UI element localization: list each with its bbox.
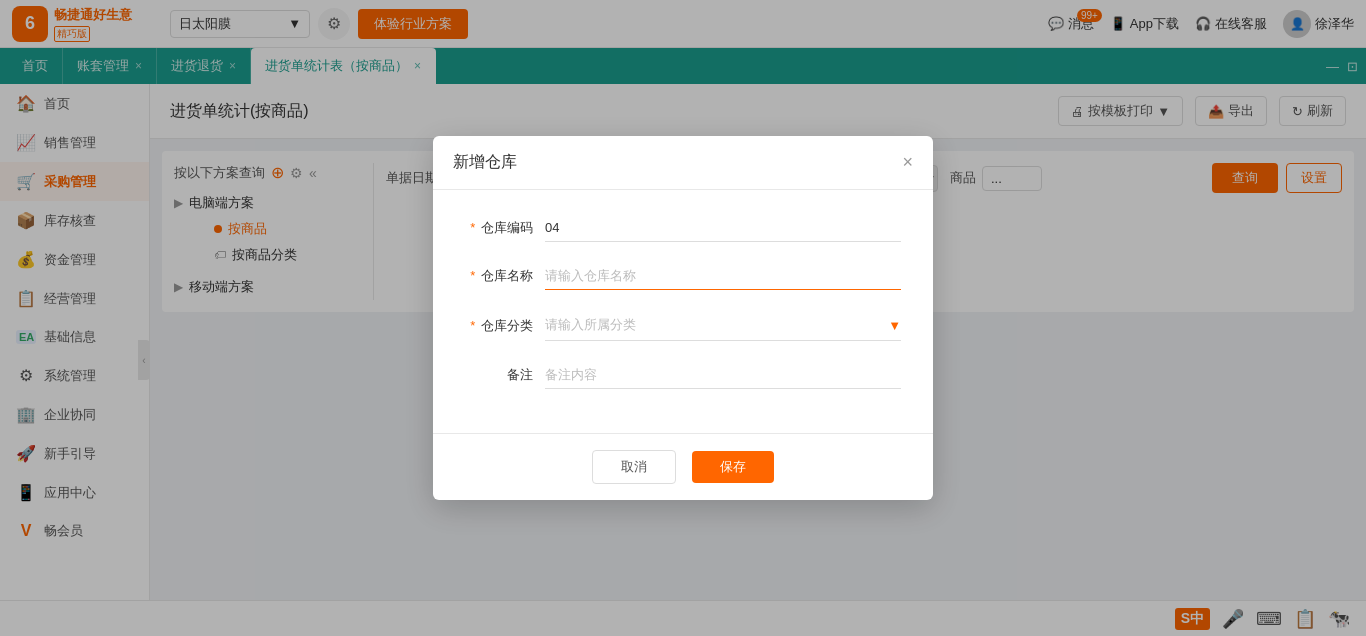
modal-header: 新增仓库 ×	[433, 136, 933, 190]
form-row-code: * 仓库编码	[465, 214, 901, 242]
form-row-name: * 仓库名称	[465, 262, 901, 290]
modal-close-button[interactable]: ×	[902, 152, 913, 173]
code-label: * 仓库编码	[465, 219, 545, 237]
category-chevron-icon: ▼	[888, 318, 901, 333]
modal-overlay: 新增仓库 × * 仓库编码 * 仓库名称	[0, 0, 1366, 636]
remark-input[interactable]	[545, 361, 901, 389]
remark-label: 备注	[465, 366, 545, 384]
modal-body: * 仓库编码 * 仓库名称 * 仓库分类 请输入所属	[433, 190, 933, 433]
modal-title: 新增仓库	[453, 152, 517, 173]
category-label: * 仓库分类	[465, 317, 545, 335]
save-button[interactable]: 保存	[692, 451, 774, 483]
warehouse-name-input[interactable]	[545, 262, 901, 290]
form-row-remark: 备注	[465, 361, 901, 389]
modal-footer: 取消 保存	[433, 433, 933, 500]
name-label: * 仓库名称	[465, 267, 545, 285]
add-warehouse-modal: 新增仓库 × * 仓库编码 * 仓库名称	[433, 136, 933, 500]
category-select[interactable]: 请输入所属分类 ▼	[545, 310, 901, 341]
form-row-category: * 仓库分类 请输入所属分类 ▼	[465, 310, 901, 341]
warehouse-code-input[interactable]	[545, 214, 901, 242]
cancel-button[interactable]: 取消	[592, 450, 676, 484]
